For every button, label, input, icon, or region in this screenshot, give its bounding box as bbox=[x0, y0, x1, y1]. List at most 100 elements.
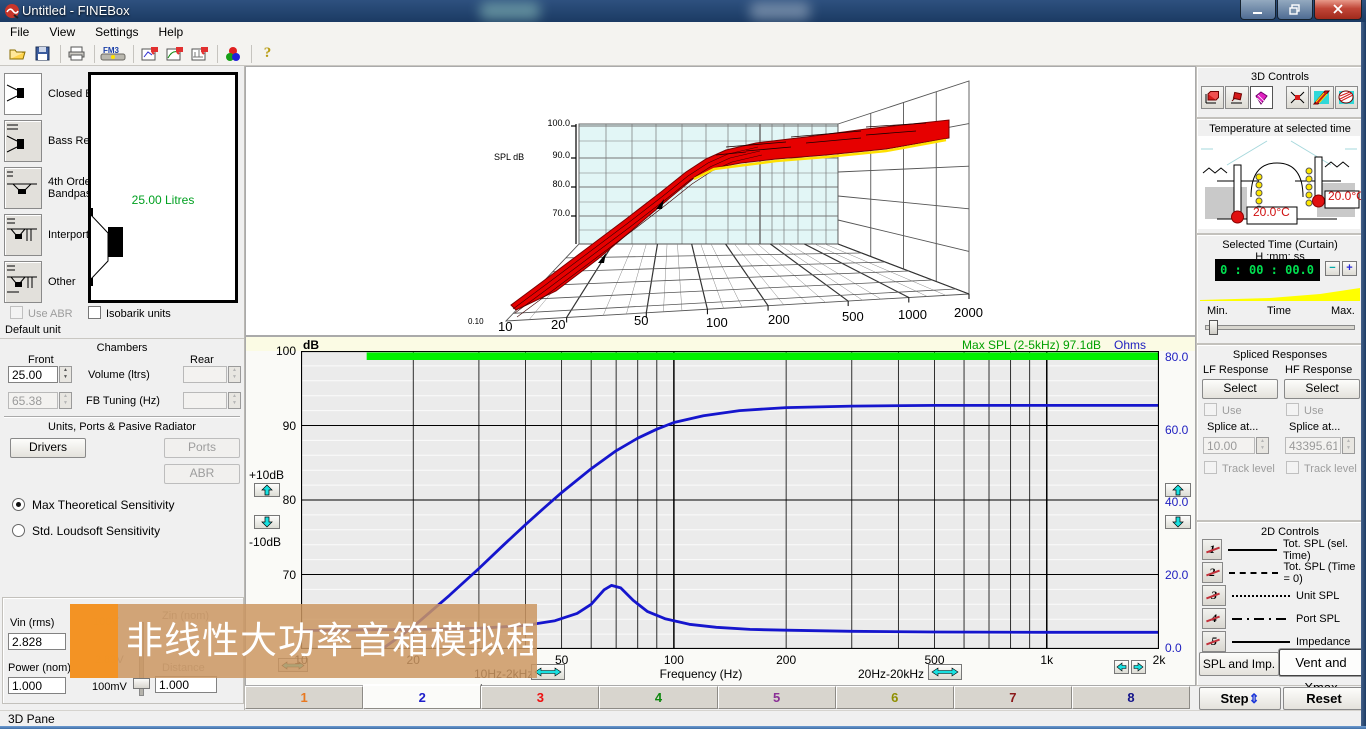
right-panel: 3D Controls Temperature at selected time bbox=[1196, 66, 1364, 686]
time-axis-label: Time bbox=[1267, 305, 1291, 317]
time-minus-button[interactable]: − bbox=[1325, 261, 1340, 276]
vent-xmax-button[interactable]: Vent and Xmax bbox=[1279, 649, 1363, 676]
close-button[interactable] bbox=[1314, 0, 1362, 20]
tab-6[interactable]: 6 bbox=[836, 686, 954, 709]
reset-button[interactable]: Reset bbox=[1283, 687, 1365, 710]
menu-settings[interactable]: Settings bbox=[85, 23, 148, 41]
left-right-arrow-icon bbox=[931, 666, 959, 678]
tab-2[interactable]: 2 bbox=[363, 684, 481, 709]
hf-select-button[interactable]: Select bbox=[1284, 379, 1360, 399]
shift-left-button[interactable] bbox=[1114, 660, 1129, 674]
sensitivity-option-2[interactable]: Std. Loudsoft Sensitivity bbox=[12, 524, 160, 538]
menu-help[interactable]: Help bbox=[149, 23, 194, 41]
lf-select-button[interactable]: Select bbox=[1202, 379, 1278, 399]
tab-3[interactable]: 3 bbox=[481, 686, 599, 709]
time-slider-thumb[interactable] bbox=[1209, 320, 1218, 335]
open-button[interactable] bbox=[6, 43, 29, 64]
time-slider-track[interactable] bbox=[1205, 325, 1355, 330]
step-button[interactable]: Step⇕ bbox=[1199, 687, 1281, 710]
front-volume-input[interactable] bbox=[8, 366, 58, 383]
lf-use-checkbox: Use bbox=[1204, 403, 1242, 417]
lf-splice-at-label: Splice at... bbox=[1207, 421, 1258, 433]
status-text: 3D Pane bbox=[8, 712, 55, 726]
3d-view-angle-button[interactable] bbox=[1225, 86, 1248, 109]
freq-tick-label: 50 bbox=[544, 653, 580, 667]
tab-1[interactable]: 1 bbox=[245, 686, 363, 709]
curve-5-button[interactable]: 5 bbox=[1202, 631, 1226, 652]
3d-zoom-in-button[interactable] bbox=[1286, 86, 1309, 109]
temperature-group: Temperature at selected time 20.0°C 20.0… bbox=[1196, 118, 1364, 234]
use-abr-label: Use ABR bbox=[28, 308, 73, 320]
export-graph-button[interactable] bbox=[188, 43, 211, 64]
3d-curtain-button[interactable] bbox=[1310, 86, 1333, 109]
cone-icon bbox=[1253, 90, 1270, 105]
fm3-button[interactable]: FM3 bbox=[99, 43, 127, 64]
tab-row: 1234 5 678 bbox=[245, 686, 1190, 709]
db-tick-label: 90 bbox=[264, 419, 296, 433]
power-input[interactable] bbox=[8, 677, 66, 694]
export-curve-button[interactable] bbox=[163, 43, 186, 64]
step-arrows-icon: ⇕ bbox=[1249, 691, 1260, 706]
front-label: Front bbox=[28, 354, 54, 366]
hf-splice-input bbox=[1285, 437, 1341, 454]
hf-use-checkbox-box bbox=[1286, 403, 1299, 416]
use-abr-checkbox[interactable]: Use ABR bbox=[10, 306, 73, 320]
power-label: Power (nom) bbox=[8, 662, 71, 674]
tab-4[interactable]: 4 bbox=[599, 686, 717, 709]
tab-label: 5 bbox=[773, 690, 780, 705]
front-volume-spinner[interactable]: ▲▼ bbox=[59, 366, 72, 383]
ohm-tick-label: 80.0 bbox=[1165, 350, 1188, 364]
colors-button[interactable] bbox=[222, 43, 245, 64]
print-button[interactable] bbox=[65, 43, 88, 64]
gain-down-label: -10dB bbox=[249, 535, 281, 549]
freq-tick-label: 2k bbox=[1141, 653, 1177, 667]
help-button[interactable]: ? bbox=[256, 43, 279, 64]
tab-5[interactable]: 5 bbox=[718, 686, 836, 709]
3d-surface-button[interactable] bbox=[1335, 86, 1358, 109]
selected-time-group: Selected Time (Curtain) H :mm: ss 0 : 00… bbox=[1196, 234, 1364, 344]
curve-3-button[interactable]: 3 bbox=[1202, 585, 1226, 606]
export-box-button[interactable] bbox=[138, 43, 161, 64]
drivers-button[interactable]: Drivers bbox=[10, 438, 86, 458]
isobarik-checkbox-box bbox=[88, 306, 101, 319]
rear-volume-input bbox=[183, 366, 227, 383]
time-plus-button[interactable]: + bbox=[1342, 261, 1357, 276]
ohms-axis-label: Ohms bbox=[1114, 338, 1146, 352]
menu-view[interactable]: View bbox=[39, 23, 85, 41]
freq-tick-label: 500 bbox=[917, 653, 953, 667]
cube-rotated-icon bbox=[1229, 90, 1246, 105]
save-button[interactable] bbox=[31, 43, 54, 64]
hf-use-label: Use bbox=[1304, 405, 1324, 417]
2d-controls-title: 2D Controls bbox=[1197, 522, 1363, 538]
2d-control-curve-3: 3Unit SPL bbox=[1197, 584, 1363, 607]
window-right-border bbox=[1361, 22, 1366, 726]
restore-button[interactable] bbox=[1277, 0, 1313, 20]
distance-input[interactable] bbox=[155, 676, 217, 693]
ohm-tick-label: 40.0 bbox=[1165, 495, 1188, 509]
hf-splice-at-label: Splice at... bbox=[1289, 421, 1340, 433]
ohm-down-button[interactable] bbox=[1165, 515, 1191, 529]
spliced-responses-group: Spliced Responses LF Response HF Respons… bbox=[1196, 344, 1364, 521]
3d-plot-pane[interactable]: 100.090.080.070.0SPL dB10205010020050010… bbox=[245, 66, 1196, 336]
isobarik-checkbox[interactable]: Isobarik units bbox=[88, 306, 171, 320]
vin-slider-thumb[interactable] bbox=[133, 678, 150, 689]
sensitivity-option-1[interactable]: Max Theoretical Sensitivity bbox=[12, 498, 175, 512]
spl-imp-button[interactable]: SPL and Imp. bbox=[1199, 652, 1279, 676]
curve-2-button[interactable]: 2 bbox=[1202, 562, 1223, 583]
3d-view-top-button[interactable] bbox=[1250, 86, 1273, 109]
help-icon: ? bbox=[264, 45, 272, 62]
3d-view-front-button[interactable] bbox=[1201, 86, 1224, 109]
range-right-label: 20Hz-20kHz bbox=[858, 667, 924, 681]
curve-4-button[interactable]: 4 bbox=[1202, 608, 1226, 629]
vin-input[interactable] bbox=[8, 633, 66, 650]
tab-7[interactable]: 7 bbox=[954, 686, 1072, 709]
curve-1-button[interactable]: 1 bbox=[1202, 539, 1222, 560]
line-style-sample bbox=[1228, 549, 1277, 551]
down-arrow-icon bbox=[260, 516, 274, 528]
minimize-button[interactable] bbox=[1240, 0, 1276, 20]
toolbar-separator bbox=[217, 45, 218, 63]
gain-down-button[interactable] bbox=[254, 515, 280, 529]
tab-8[interactable]: 8 bbox=[1072, 686, 1190, 709]
menu-file[interactable]: File bbox=[0, 23, 39, 41]
freq-tick-label: 200 bbox=[768, 653, 804, 667]
